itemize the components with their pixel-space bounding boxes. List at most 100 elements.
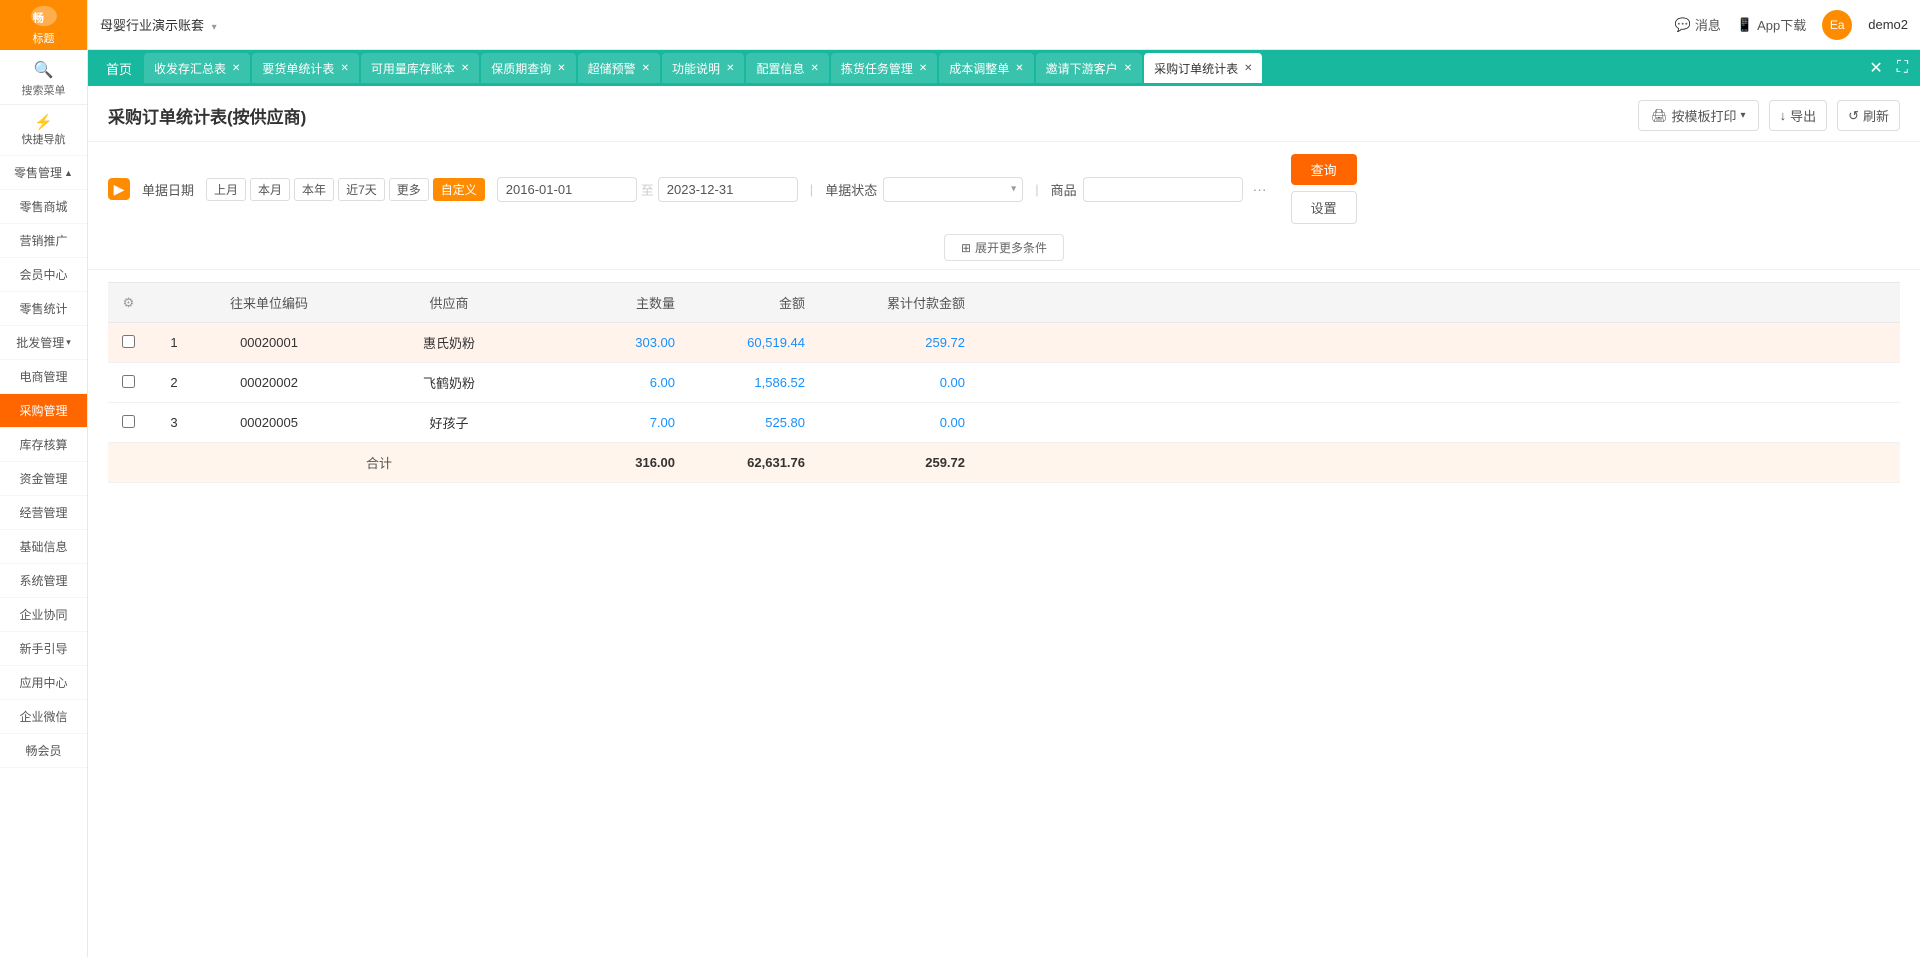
row-checkbox-2[interactable] [108, 403, 149, 443]
tab-function-desc-close[interactable]: ✕ [726, 63, 734, 74]
date-preset-this-month[interactable]: 本月 [250, 178, 290, 201]
tab-maximize-btn[interactable]: ⛶ [1893, 57, 1912, 79]
table-row[interactable]: 2 00020002 飞鹤奶粉 6.00 1,586.52 0.00 [108, 363, 1900, 403]
tab-collect-send[interactable]: 收发存汇总表 ✕ [144, 53, 250, 83]
date-preset-this-year[interactable]: 本年 [294, 178, 334, 201]
row-amount-0[interactable]: 60,519.44 [689, 323, 819, 363]
sidebar-item-wholesale-mgmt[interactable]: 批发管理 ▾ [0, 326, 87, 360]
sidebar-search[interactable]: 🔍 搜索菜单 [0, 50, 87, 105]
wholesale-mgmt-label: 批发管理 [16, 334, 64, 351]
sidebar-item-ecommerce-mgmt[interactable]: 电商管理 [0, 360, 87, 394]
checkbox-2[interactable] [122, 415, 135, 428]
sidebar-item-new-guide[interactable]: 新手引导 [0, 632, 87, 666]
sidebar-item-system[interactable]: 系统管理 [0, 564, 87, 598]
sidebar-item-inventory[interactable]: 库存核算 [0, 428, 87, 462]
status-select[interactable] [883, 177, 1023, 202]
settings-btn[interactable]: 设置 [1291, 191, 1357, 224]
row-checkbox-0[interactable] [108, 323, 149, 363]
tab-cost-adjust-close[interactable]: ✕ [1015, 63, 1023, 74]
date-preset-btns: 上月 本月 本年 近7天 更多 自定义 [206, 178, 485, 201]
date-preset-last-month[interactable]: 上月 [206, 178, 246, 201]
sidebar-item-enterprise-collab[interactable]: 企业协同 [0, 598, 87, 632]
expand-more-btn[interactable]: ⊞ 展开更多条件 [944, 234, 1064, 261]
sidebar-item-operations[interactable]: 经营管理 [0, 496, 87, 530]
sidebar-item-retail-store[interactable]: 零售商城 [0, 190, 87, 224]
tab-cost-adjust[interactable]: 成本调整单 ✕ [939, 53, 1033, 83]
tab-function-desc[interactable]: 功能说明 ✕ [662, 53, 744, 83]
inventory-label: 库存核算 [19, 438, 67, 452]
tab-purchase-order-stats-close[interactable]: ✕ [1244, 63, 1252, 74]
tab-available-stock[interactable]: 可用量库存账本 ✕ [361, 53, 479, 83]
tab-purchase-order-stats[interactable]: 采购订单统计表 ✕ [1144, 53, 1262, 83]
sidebar-item-member-center[interactable]: 会员中心 [0, 258, 87, 292]
tab-overstock-warning[interactable]: 超储预警 ✕ [578, 53, 660, 83]
tab-warranty-close[interactable]: ✕ [557, 63, 565, 74]
tab-invite-downstream-label: 邀请下游客户 [1046, 60, 1118, 77]
table-row[interactable]: 3 00020005 好孩子 7.00 525.80 0.00 [108, 403, 1900, 443]
tab-goods-stats-label: 要货单统计表 [262, 60, 334, 77]
filter-toggle-btn[interactable]: ▶ [108, 178, 130, 200]
tab-picking-task[interactable]: 拣货任务管理 ✕ [831, 53, 937, 83]
sidebar-item-shortcut[interactable]: ⚡ 快捷导航 [0, 105, 87, 156]
company-name[interactable]: 母婴行业演示账套 ▾ [100, 15, 1667, 34]
row-code-0: 00020001 [199, 323, 339, 363]
row-qty-0[interactable]: 303.00 [559, 323, 689, 363]
date-from-input[interactable] [497, 177, 637, 202]
user-name[interactable]: demo2 [1868, 17, 1908, 32]
row-checkbox-1[interactable] [108, 363, 149, 403]
tab-config-info-close[interactable]: ✕ [810, 63, 818, 74]
row-paid-0[interactable]: 259.72 [819, 323, 979, 363]
tab-goods-stats[interactable]: 要货单统计表 ✕ [252, 53, 358, 83]
sidebar-item-retail-mgmt[interactable]: 零售管理 ▲ [0, 156, 87, 190]
message-icon: 💬 [1675, 17, 1691, 33]
row-qty-2[interactable]: 7.00 [559, 403, 689, 443]
tab-warranty-query[interactable]: 保质期查询 ✕ [481, 53, 575, 83]
date-preset-more[interactable]: 更多 [389, 178, 429, 201]
goods-more-icon[interactable]: ··· [1249, 181, 1271, 197]
tab-collect-send-close[interactable]: ✕ [232, 63, 240, 74]
query-btn[interactable]: 查询 [1291, 154, 1357, 185]
chevron-down-icon: ▲ [64, 168, 73, 178]
sidebar-item-purchase-mgmt[interactable]: 采购管理 [0, 394, 87, 428]
sidebar-item-membership[interactable]: 畅会员 [0, 734, 87, 768]
row-paid-1[interactable]: 0.00 [819, 363, 979, 403]
tab-close-all-btn[interactable]: ✕ [1865, 56, 1886, 80]
sidebar-item-app-center[interactable]: 应用中心 [0, 666, 87, 700]
tab-available-stock-close[interactable]: ✕ [461, 63, 469, 74]
tab-home[interactable]: 首页 [96, 53, 142, 84]
row-amount-1[interactable]: 1,586.52 [689, 363, 819, 403]
sidebar-item-enterprise-wechat[interactable]: 企业微信 [0, 700, 87, 734]
row-paid-2[interactable]: 0.00 [819, 403, 979, 443]
date-preset-custom[interactable]: 自定义 [433, 178, 485, 201]
tab-overstock-close[interactable]: ✕ [642, 63, 650, 74]
row-qty-1[interactable]: 6.00 [559, 363, 689, 403]
topbar-actions: 💬 消息 📱 App下载 Ea demo2 [1675, 10, 1908, 40]
table-row[interactable]: 1 00020001 惠氏奶粉 303.00 60,519.44 259.72 [108, 323, 1900, 363]
tab-invite-downstream-close[interactable]: ✕ [1124, 63, 1132, 74]
date-to-input[interactable] [658, 177, 798, 202]
tab-picking-task-close[interactable]: ✕ [919, 63, 927, 74]
user-avatar[interactable]: Ea [1822, 10, 1852, 40]
message-label: 消息 [1695, 15, 1721, 34]
export-btn[interactable]: ↓ 导出 [1769, 100, 1828, 131]
refresh-btn[interactable]: ↺ 刷新 [1837, 100, 1900, 131]
row-amount-2[interactable]: 525.80 [689, 403, 819, 443]
checkbox-0[interactable] [122, 335, 135, 348]
gear-icon[interactable]: ⚙ [123, 295, 135, 310]
sidebar-item-basics[interactable]: 基础信息 [0, 530, 87, 564]
template-print-btn[interactable]: 🖨 按模板打印 ▾ [1638, 100, 1759, 131]
sidebar-item-retail-stats[interactable]: 零售统计 [0, 292, 87, 326]
tab-bar: 首页 收发存汇总表 ✕ 要货单统计表 ✕ 可用量库存账本 ✕ 保质期查询 ✕ 超… [88, 50, 1920, 86]
sidebar-item-finance[interactable]: 资金管理 [0, 462, 87, 496]
checkbox-1[interactable] [122, 375, 135, 388]
tab-config-info[interactable]: 配置信息 ✕ [746, 53, 828, 83]
tab-invite-downstream[interactable]: 邀请下游客户 ✕ [1036, 53, 1142, 83]
date-preset-7days[interactable]: 近7天 [338, 178, 385, 201]
member-center-label: 会员中心 [19, 268, 67, 282]
app-logo[interactable]: 畅 标题 [0, 0, 87, 50]
goods-input[interactable] [1083, 177, 1243, 202]
message-btn[interactable]: 💬 消息 [1675, 15, 1721, 34]
tab-goods-stats-close[interactable]: ✕ [340, 63, 348, 74]
sidebar-item-marketing[interactable]: 营销推广 [0, 224, 87, 258]
app-download-btn[interactable]: 📱 App下载 [1737, 15, 1806, 34]
